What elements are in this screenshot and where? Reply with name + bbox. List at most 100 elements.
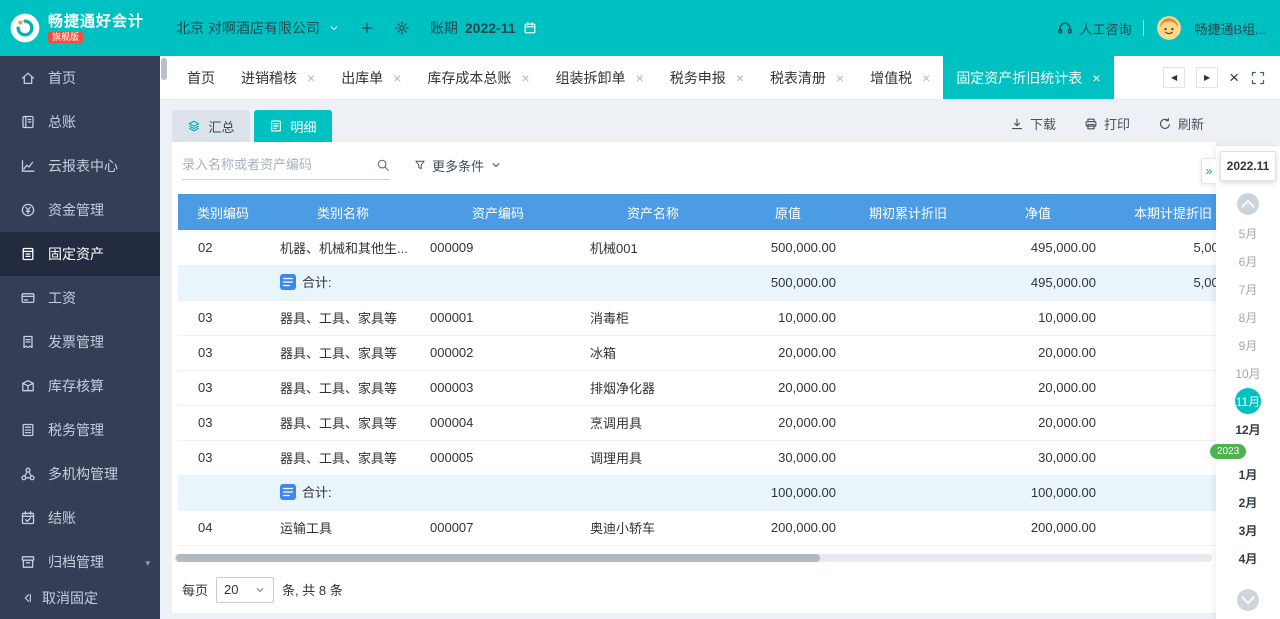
accounting-period-selector[interactable]: 账期 2022-11 <box>430 18 537 38</box>
month-item-9月[interactable]: 9月 <box>1216 331 1280 359</box>
column-header[interactable]: 期初累计折旧 <box>848 194 968 230</box>
tab-label: 出库单 <box>341 68 383 88</box>
month-label: 11月 <box>1235 388 1261 414</box>
scroll-months-down-button[interactable] <box>1237 589 1259 611</box>
table-cell: 合计: <box>268 475 418 510</box>
table-row[interactable]: 03器具、工具、家具等000003排烟净化器20,000.0020,000.00 <box>178 370 1216 405</box>
sidebar-item-cloud-reports[interactable]: 云报表中心 <box>0 144 160 188</box>
user-avatar[interactable] <box>1156 15 1182 41</box>
horizontal-scrollbar[interactable] <box>174 554 1212 562</box>
sidebar-item-archive[interactable]: 归档管理 <box>0 540 160 584</box>
table-row[interactable]: 04运输工具000007奥迪小轿车200,000.00200,000.00 <box>178 510 1216 545</box>
view-tab-label: 汇总 <box>208 117 234 136</box>
refresh-button[interactable]: 刷新 <box>1158 114 1204 133</box>
search-icon[interactable] <box>376 158 390 172</box>
table-row[interactable]: 03器具、工具、家具等000005调理用具30,000.0030,000.00 <box>178 440 1216 475</box>
tab-label: 首页 <box>187 68 215 88</box>
collapse-panel-button[interactable]: » <box>1201 158 1216 184</box>
tab-inventory-cost-ledger[interactable]: 库存成本总账× <box>414 56 542 99</box>
tab-home[interactable]: 首页 <box>174 56 228 99</box>
tab-close-icon[interactable]: × <box>1092 70 1100 86</box>
column-header[interactable]: 资产编码 <box>418 194 578 230</box>
sidebar-item-multi-org[interactable]: 多机构管理 <box>0 452 160 496</box>
table-cell: 器具、工具、家具等 <box>268 440 418 475</box>
view-tab-detail[interactable]: 明细 <box>254 110 332 142</box>
month-item-2月[interactable]: 2月 <box>1216 488 1280 516</box>
tab-fixed-asset-depreciation[interactable]: 固定资产折旧统计表× <box>943 56 1113 99</box>
tab-tax-register[interactable]: 税表清册× <box>757 56 857 99</box>
table-cell: 03 <box>178 300 268 335</box>
tab-close-icon[interactable]: × <box>393 70 401 86</box>
column-header[interactable]: 资产名称 <box>578 194 728 230</box>
sum-label: 合计: <box>302 482 332 501</box>
support-link[interactable]: 人工咨询 <box>1057 19 1131 38</box>
month-item-5月[interactable]: 5月 <box>1216 219 1280 247</box>
month-item-12月[interactable]: 12月 <box>1216 415 1280 443</box>
app-logo[interactable]: 畅捷通好会计 旗舰版 <box>0 13 160 43</box>
summary-row[interactable]: 合计:100,000.00100,000.00 <box>178 475 1216 510</box>
user-name[interactable]: 畅捷通B组... <box>1194 19 1266 38</box>
tab-close-icon[interactable]: × <box>307 70 315 86</box>
fullscreen-icon[interactable] <box>1250 70 1266 86</box>
table-cell: 运输工具 <box>268 510 418 545</box>
scroll-tabs-right-button[interactable]: ▶ <box>1196 67 1218 88</box>
scroll-months-up-button[interactable] <box>1237 193 1259 215</box>
current-period[interactable]: 2022.11 <box>1220 151 1276 181</box>
page-size-select[interactable]: 20 <box>216 577 274 603</box>
company-selector[interactable]: 北京 对啊酒店有限公司 <box>176 18 340 38</box>
table-row[interactable]: 03器具、工具、家具等000004烹调用具20,000.0020,000.00 <box>178 405 1216 440</box>
month-item-11月[interactable]: 11月 <box>1216 387 1280 415</box>
sidebar-item-funds[interactable]: 资金管理 <box>0 188 160 232</box>
sidebar-item-general-ledger[interactable]: 总账 <box>0 100 160 144</box>
funds-icon <box>20 202 36 218</box>
table-row[interactable]: 03器具、工具、家具等000002冰箱20,000.0020,000.00 <box>178 335 1216 370</box>
vertical-scrollbar[interactable] <box>161 58 167 80</box>
sidebar-item-home[interactable]: 首页 <box>0 56 160 100</box>
tab-close-icon[interactable]: × <box>521 70 529 86</box>
tab-vat[interactable]: 增值税× <box>857 56 943 99</box>
table-row[interactable]: 03器具、工具、家具等000001消毒柜10,000.0010,000.00 <box>178 300 1216 335</box>
sidebar-item-fixed-assets[interactable]: 固定资产 <box>0 232 160 276</box>
add-button[interactable] <box>360 21 374 35</box>
more-filters-button[interactable]: 更多条件 <box>414 156 502 175</box>
sidebar-item-invoices[interactable]: 发票管理 <box>0 320 160 364</box>
tab-purchase-sale-audit[interactable]: 进销稽核× <box>228 56 328 99</box>
tab-tax-filing[interactable]: 税务申报× <box>657 56 757 99</box>
column-header[interactable]: 类别名称 <box>268 194 418 230</box>
month-item-3月[interactable]: 3月 <box>1216 516 1280 544</box>
view-tab-summary[interactable]: 汇总 <box>172 110 250 142</box>
month-item-4月[interactable]: 4月 <box>1216 544 1280 572</box>
month-item-6月[interactable]: 6月 <box>1216 247 1280 275</box>
print-button[interactable]: 打印 <box>1084 114 1130 133</box>
tab-outbound-order[interactable]: 出库单 × <box>328 56 414 99</box>
column-header[interactable]: 类别编码 <box>178 194 268 230</box>
month-item-7月[interactable]: 7月 <box>1216 275 1280 303</box>
month-item-10月[interactable]: 10月 <box>1216 359 1280 387</box>
sidebar-scroll-down-icon[interactable]: ▾ <box>145 558 150 569</box>
close-tab-button[interactable]: × <box>1229 69 1239 86</box>
search-input[interactable] <box>182 157 370 172</box>
tab-close-icon[interactable]: × <box>836 70 844 86</box>
summary-row[interactable]: 合计:500,000.00495,000.005,000 <box>178 265 1216 300</box>
sidebar-item-tax[interactable]: 税务管理 <box>0 408 160 452</box>
settings-gear-icon[interactable] <box>394 20 410 36</box>
sidebar-item-inventory[interactable]: 库存核算 <box>0 364 160 408</box>
month-item-1月[interactable]: 1月 <box>1216 460 1280 488</box>
column-header[interactable]: 净值 <box>968 194 1108 230</box>
tab-close-icon[interactable]: × <box>922 70 930 86</box>
tab-close-icon[interactable]: × <box>736 70 744 86</box>
table-row[interactable]: 02机器、机械和其他生...000009机械001500,000.00495,0… <box>178 230 1216 265</box>
column-header[interactable]: 原值 <box>728 194 848 230</box>
tab-close-icon[interactable]: × <box>636 70 644 86</box>
app-logo-icon <box>10 13 40 43</box>
horizontal-scrollbar-thumb[interactable] <box>176 554 820 562</box>
sidebar-item-closing[interactable]: 结账 <box>0 496 160 540</box>
tab-assembly-order[interactable]: 组装拆卸单× <box>543 56 657 99</box>
scroll-tabs-left-button[interactable]: ◀ <box>1163 67 1185 88</box>
sidebar-item-salary[interactable]: 工资 <box>0 276 160 320</box>
month-label: 4月 <box>1239 550 1258 567</box>
download-button[interactable]: 下载 <box>1010 114 1056 133</box>
month-item-8月[interactable]: 8月 <box>1216 303 1280 331</box>
column-header[interactable]: 本期计提折旧 <box>1108 194 1216 230</box>
unpin-sidebar-button[interactable]: 取消固定 <box>0 583 160 613</box>
